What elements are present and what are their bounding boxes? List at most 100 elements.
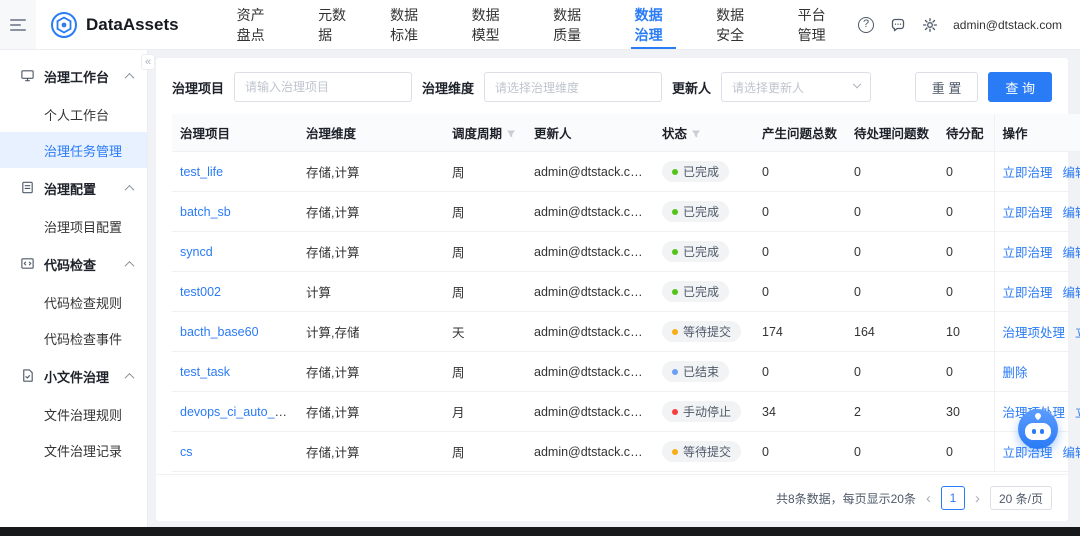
unassigned-cell: 0 (938, 151, 994, 192)
assistant-robot-icon (1018, 409, 1058, 449)
action-link[interactable]: 编辑 (1063, 286, 1080, 300)
governance-table: 治理项目 治理维度 调度周期 更新人 状态 产生问题总数 待处理问题数 待分配 操作 test_… (172, 114, 1080, 472)
filter-funnel-icon[interactable] (691, 129, 701, 139)
sidebar-group[interactable]: 代码检查 (0, 244, 147, 284)
nav-item-6[interactable]: 数据安全 (694, 0, 775, 49)
action-link[interactable]: 立即治理 (1075, 326, 1080, 340)
pending-issues-cell: 0 (846, 191, 938, 232)
page-size-select[interactable]: 20 条/页 (989, 486, 1052, 510)
top-nav: 资产盘点 元数据 数据标准 数据模型 数据质量 数据治理 数据安全 平台管理 (215, 0, 858, 49)
content-card: 治理项目 治理维度 请选择治理维度 更新人 请选择更新人 重 置 查 询 (156, 58, 1080, 521)
project-link[interactable]: batch_sb (180, 205, 231, 219)
action-link[interactable]: 编辑 (1063, 206, 1080, 220)
action-link[interactable]: 删除 (1003, 366, 1028, 380)
dimension-cell: 存储,计算 (298, 151, 444, 192)
pending-issues-cell: 0 (846, 271, 938, 312)
project-link[interactable]: test_life (180, 165, 223, 179)
sidebar: « 治理工作台 个人工作台 治理任务管理治理配置治理项目配置 代码检查 代码检查规则 代码… (0, 50, 155, 527)
action-link[interactable]: 治理项处理 (1003, 326, 1066, 340)
next-page-button[interactable]: › (975, 491, 980, 506)
brand-name: DataAssets (85, 14, 179, 34)
project-link[interactable]: cs (180, 445, 193, 459)
action-link[interactable]: 编辑 (1063, 166, 1080, 180)
action-link[interactable]: 立即治理 (1003, 246, 1053, 260)
updater-cell: admin@dtstack.com (526, 351, 654, 392)
project-filter-input[interactable] (234, 72, 413, 102)
column-header: 操作 (993, 114, 1080, 152)
help-icon[interactable]: ? (857, 16, 875, 34)
sidebar-group-label: 治理配置 (44, 181, 97, 197)
unassigned-cell: 0 (938, 431, 994, 472)
sidebar-item[interactable]: 治理项目配置 (0, 208, 147, 244)
sidebar-group[interactable]: 治理配置 (0, 168, 147, 208)
total-issues-cell: 0 (754, 271, 846, 312)
nav-item-0[interactable]: 资产盘点 (215, 0, 296, 49)
brand-logo-icon (50, 11, 77, 38)
sidebar-toggle-button[interactable] (0, 0, 36, 49)
cycle-cell: 周 (444, 151, 526, 192)
search-button[interactable]: 查 询 (988, 72, 1052, 102)
nav-item-7[interactable]: 平台管理 (776, 0, 857, 49)
nav-item-5[interactable]: 数据治理 (613, 0, 694, 49)
total-issues-cell: 174 (754, 311, 846, 352)
dimension-placeholder: 请选择治理维度 (495, 80, 580, 95)
action-link[interactable]: 编辑 (1063, 446, 1080, 460)
pending-issues-cell: 0 (846, 351, 938, 392)
action-link[interactable]: 立即治理 (1003, 206, 1053, 220)
sidebar-item[interactable]: 代码检查事件 (0, 320, 147, 356)
message-icon[interactable] (889, 16, 907, 34)
action-link[interactable]: 立即治理 (1075, 406, 1080, 420)
sidebar-item[interactable]: 个人工作台 (0, 96, 147, 132)
nav-item-1[interactable]: 元数据 (296, 0, 368, 49)
project-link[interactable]: devops_ci_auto_test (180, 405, 295, 419)
topbar-right: ? admin@dtstack.com (857, 0, 1080, 49)
pagination: 共8条数据，每页显示20条 ‹ 1 › 20 条/页 (156, 474, 1068, 521)
action-link[interactable]: 编辑 (1063, 246, 1080, 260)
assistant-mascot[interactable] (1018, 409, 1058, 449)
nav-item-3[interactable]: 数据模型 (450, 0, 531, 49)
sidebar-item[interactable]: 文件治理规则 (0, 396, 147, 432)
dimension-filter-select[interactable]: 请选择治理维度 (484, 72, 663, 102)
page-number-button[interactable]: 1 (940, 486, 965, 510)
updater-filter-select[interactable]: 请选择更新人 (721, 72, 872, 102)
sidebar-group[interactable]: 小文件治理 (0, 356, 147, 396)
table-row: devops_ci_auto_test 存储,计算月 admin@dtstack.c… (172, 391, 1080, 432)
nav-item-2[interactable]: 数据标准 (368, 0, 449, 49)
column-header[interactable]: 状态 (654, 114, 754, 152)
nav-item-4[interactable]: 数据质量 (531, 0, 612, 49)
cycle-cell: 天 (444, 311, 526, 352)
prev-page-button[interactable]: ‹ (926, 491, 931, 506)
filter-funnel-icon[interactable] (506, 129, 516, 139)
pagination-summary: 共8条数据，每页显示20条 (775, 491, 916, 506)
project-link[interactable]: syncd (180, 245, 213, 259)
project-link[interactable]: test_task (180, 365, 230, 379)
updater-cell: admin@dtstack.com (526, 391, 654, 432)
updater-placeholder: 请选择更新人 (732, 80, 805, 95)
action-link[interactable]: 立即治理 (1003, 286, 1053, 300)
hamburger-icon (9, 16, 26, 34)
column-header[interactable]: 调度周期 (444, 114, 526, 152)
pending-issues-cell: 164 (846, 311, 938, 352)
sidebar-item[interactable]: 代码检查规则 (0, 284, 147, 320)
unassigned-cell: 10 (938, 311, 994, 352)
dimension-cell: 存储,计算 (298, 231, 444, 272)
pending-issues-cell: 0 (846, 431, 938, 472)
gear-icon[interactable] (921, 16, 939, 34)
sidebar-collapse-button[interactable]: « (141, 54, 155, 70)
user-email[interactable]: admin@dtstack.com (953, 18, 1062, 32)
sidebar-group-label: 小文件治理 (44, 369, 110, 385)
sidebar-group[interactable]: 治理工作台 (0, 56, 147, 96)
sidebar-item[interactable]: 文件治理记录 (0, 432, 147, 468)
column-header: 治理维度 (298, 114, 444, 152)
dimension-cell: 计算 (298, 271, 444, 312)
status-badge: 已完成 (662, 281, 730, 302)
table-row: bacth_base60 计算,存储天 admin@dtstack.com 等待提交 1… (172, 311, 1080, 352)
table-row: test002计算周admin@dtstack.com已完成000立即治理编辑删… (172, 271, 1080, 312)
reset-button[interactable]: 重 置 (914, 72, 979, 102)
updater-cell: admin@dtstack.com (526, 431, 654, 472)
project-filter-label: 治理项目 (172, 80, 225, 96)
sidebar-item[interactable]: 治理任务管理 (0, 132, 147, 168)
project-link[interactable]: test002 (180, 285, 221, 299)
project-link[interactable]: bacth_base60 (180, 325, 259, 339)
action-link[interactable]: 立即治理 (1003, 166, 1053, 180)
